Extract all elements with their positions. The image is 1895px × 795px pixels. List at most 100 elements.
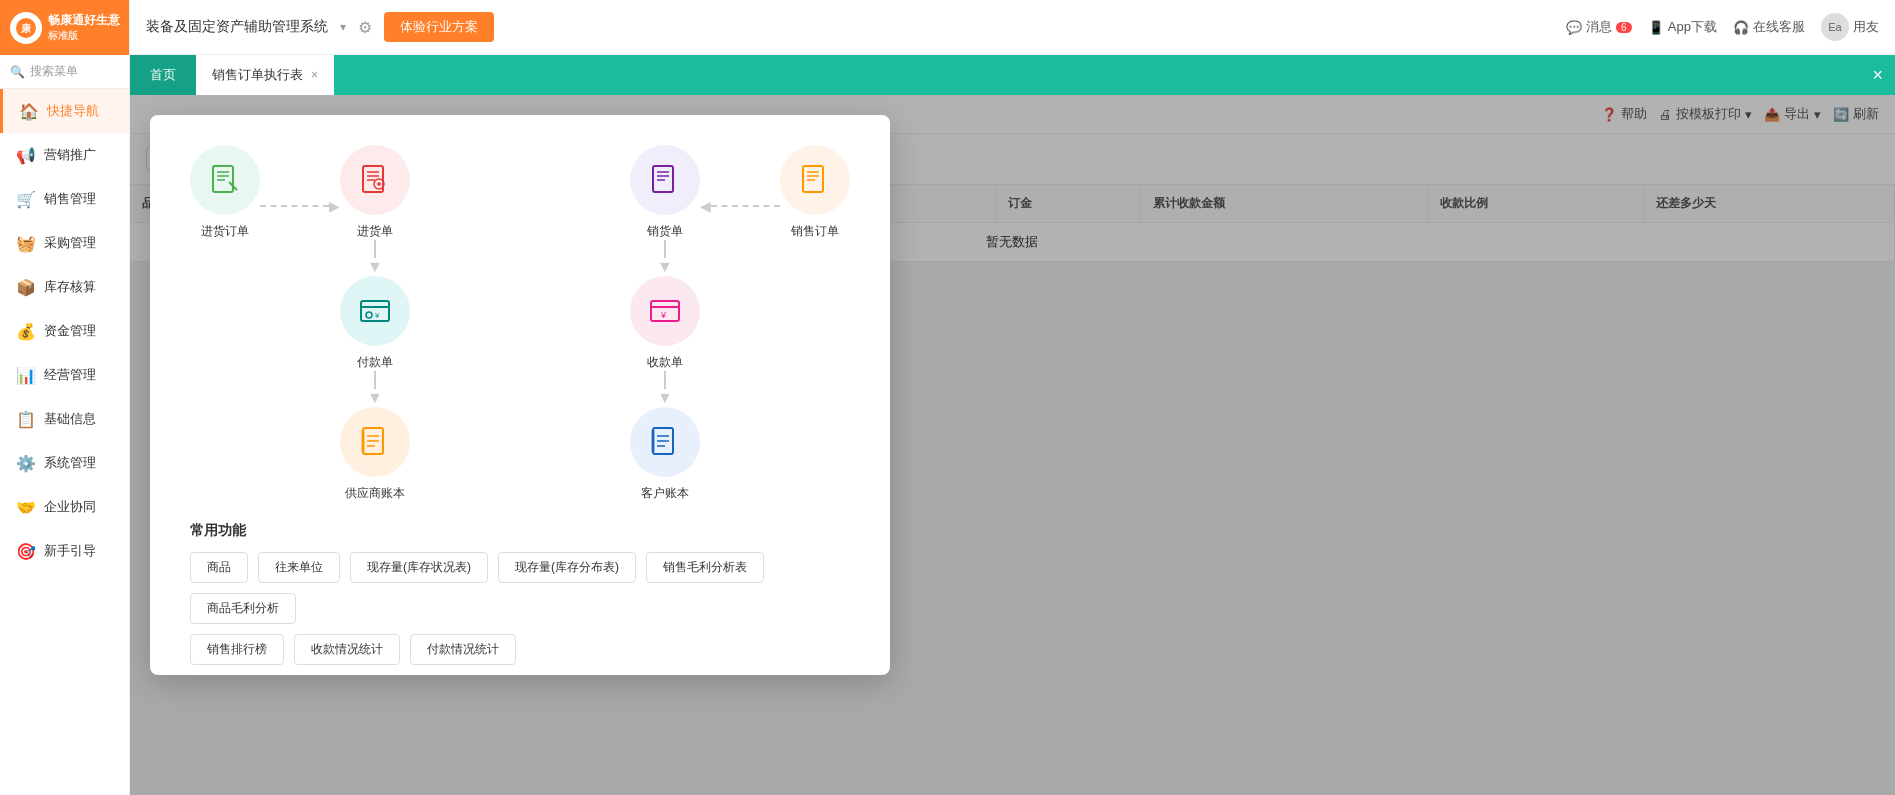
sidebar-item-label: 基础信息 [44, 410, 96, 428]
btn-stock-dist[interactable]: 现存量(库存分布表) [498, 552, 636, 583]
guide-icon: 🎯 [16, 541, 36, 561]
dialog-content: 进货订单 ▶ 进货单 [150, 115, 890, 675]
btn-goods-profit[interactable]: 商品毛利分析 [190, 593, 296, 624]
basic-info-icon: 📋 [16, 409, 36, 429]
online-service-icon: 🎧 [1733, 20, 1749, 35]
sidebar-item-inventory[interactable]: 📦 库存核算 [0, 265, 129, 309]
dropdown-icon[interactable]: ▾ [340, 20, 346, 34]
sidebar-item-label: 企业协同 [44, 498, 96, 516]
btn-sales-rank[interactable]: 销售排行榜 [190, 634, 284, 665]
sidebar-item-label: 系统管理 [44, 454, 96, 472]
svg-text:¥: ¥ [660, 310, 667, 320]
receipt-circle: ¥ [630, 276, 700, 346]
sidebar-item-quick-nav[interactable]: 🏠 快捷导航 [0, 89, 129, 133]
logo-svg: 康 [15, 17, 37, 39]
system-icon: ⚙️ [16, 453, 36, 473]
flow-receipt: ¥ 收款单 [630, 276, 700, 371]
overlay[interactable]: 进货订单 ▶ 进货单 [130, 95, 1895, 795]
user-label: 用友 [1853, 18, 1879, 36]
experience-btn[interactable]: 体验行业方案 [384, 12, 494, 42]
flow-top-row: 进货订单 ▶ 进货单 [190, 145, 850, 240]
avatar-initial: Ea [1828, 21, 1841, 33]
system-title: 装备及固定资产辅助管理系统 [146, 18, 328, 36]
sidebar-item-finance[interactable]: 💰 资金管理 [0, 309, 129, 353]
app-download-label: App下载 [1668, 18, 1717, 36]
sidebar-item-purchase[interactable]: 🧺 采购管理 [0, 221, 129, 265]
flow-purchase-bill: 进货单 [340, 145, 410, 240]
sidebar-item-label: 快捷导航 [47, 102, 99, 120]
content-area: ❓ 帮助 🖨 按模板打印 ▾ 📤 导出 ▾ 🔄 刷新 yyyy-mm-dd [130, 95, 1895, 795]
search-label: 搜索菜单 [30, 63, 78, 80]
sales-order-circle [780, 145, 850, 215]
quick-nav-icon: 🏠 [19, 101, 39, 121]
customer-ledger-label: 客户账本 [641, 485, 689, 502]
flow-bot-arrows: ▼ ▼ [190, 371, 850, 407]
finance-icon: 💰 [16, 321, 36, 341]
svg-point-23 [366, 312, 372, 318]
search-menu[interactable]: 🔍 搜索菜单 [0, 55, 129, 89]
svg-rect-2 [213, 166, 233, 192]
dialog: 进货订单 ▶ 进货单 [150, 115, 890, 675]
message-item[interactable]: 💬 消息 6 [1566, 18, 1632, 36]
tab-home-label: 首页 [150, 66, 176, 84]
common-functions-title: 常用功能 [190, 522, 850, 540]
user-item[interactable]: Ea 用友 [1821, 13, 1879, 41]
sidebar-item-guide[interactable]: 🎯 新手引导 [0, 529, 129, 573]
tab-close-btn[interactable]: × [311, 68, 318, 82]
flow-supplier-ledger: 供应商账本 [340, 407, 410, 502]
sidebar-item-basic-info[interactable]: 📋 基础信息 [0, 397, 129, 441]
common-btns-row2: 销售排行榜 收款情况统计 付款情况统计 [190, 634, 850, 665]
search-icon: 🔍 [10, 65, 25, 79]
btn-stock-status[interactable]: 现存量(库存状况表) [350, 552, 488, 583]
svg-rect-13 [653, 166, 673, 192]
svg-rect-34 [651, 430, 655, 452]
sidebar-item-system[interactable]: ⚙️ 系统管理 [0, 441, 129, 485]
app-download-item[interactable]: 📱 App下载 [1648, 18, 1717, 36]
sales-bill-circle [630, 145, 700, 215]
purchase-order-circle [190, 145, 260, 215]
sidebar-item-label: 新手引导 [44, 542, 96, 560]
purchase-bill-label: 进货单 [357, 223, 393, 240]
online-service-label: 在线客服 [1753, 18, 1805, 36]
sidebar-item-operation[interactable]: 📊 经营管理 [0, 353, 129, 397]
rec-down-arrow: ▼ [630, 371, 700, 407]
arrow-po-to-pb: ▶ [260, 198, 340, 214]
sidebar-item-collab[interactable]: 🤝 企业协同 [0, 485, 129, 529]
sidebar-item-label: 资金管理 [44, 322, 96, 340]
common-btns-row1: 商品 往来单位 现存量(库存状况表) 现存量(库存分布表) 销售毛利分析表 商品… [190, 552, 850, 624]
sidebar-item-marketing[interactable]: 📢 营销推广 [0, 133, 129, 177]
flow-payment: ¥ 付款单 [340, 276, 410, 371]
tab-home[interactable]: 首页 [130, 55, 196, 95]
btn-goods[interactable]: 商品 [190, 552, 248, 583]
purchase-bill-circle [340, 145, 410, 215]
sidebar: 康 畅康通好生意 标准版 🔍 搜索菜单 🏠 快捷导航 📢 营销推广 🛒 销售管理… [0, 0, 130, 795]
supplier-ledger-label: 供应商账本 [345, 485, 405, 502]
logo-text2: 标准版 [48, 29, 120, 43]
btn-counterpart[interactable]: 往来单位 [258, 552, 340, 583]
svg-text:康: 康 [20, 23, 32, 34]
flow-customer-ledger: 客户账本 [630, 407, 700, 502]
payment-circle: ¥ [340, 276, 410, 346]
window-close-btn[interactable]: × [1872, 65, 1895, 86]
sidebar-item-label: 库存核算 [44, 278, 96, 296]
operation-icon: 📊 [16, 365, 36, 385]
supplier-ledger-circle [340, 407, 410, 477]
logo: 康 畅康通好生意 标准版 [0, 0, 129, 55]
purchase-icon: 🧺 [16, 233, 36, 253]
sidebar-item-sales[interactable]: 🛒 销售管理 [0, 177, 129, 221]
tab-bar: 首页 销售订单执行表 × × [130, 55, 1895, 95]
pb-down-arrow: ▼ [340, 240, 410, 276]
sidebar-item-label: 销售管理 [44, 190, 96, 208]
tab-sales-order[interactable]: 销售订单执行表 × [196, 55, 334, 95]
header-right: 💬 消息 6 📱 App下载 🎧 在线客服 Ea 用友 [1566, 13, 1879, 41]
pay-down-arrow: ▼ [340, 371, 410, 407]
message-icon: 💬 [1566, 20, 1582, 35]
btn-sales-profit[interactable]: 销售毛利分析表 [646, 552, 764, 583]
purchase-order-label: 进货订单 [201, 223, 249, 240]
gear-icon[interactable]: ⚙ [358, 18, 372, 37]
main-area: 装备及固定资产辅助管理系统 ▾ ⚙ 体验行业方案 💬 消息 6 📱 App下载 … [130, 0, 1895, 795]
message-badge: 6 [1616, 22, 1632, 33]
btn-payment-stats[interactable]: 付款情况统计 [410, 634, 516, 665]
btn-receipt-stats[interactable]: 收款情况统计 [294, 634, 400, 665]
online-service-item[interactable]: 🎧 在线客服 [1733, 18, 1805, 36]
